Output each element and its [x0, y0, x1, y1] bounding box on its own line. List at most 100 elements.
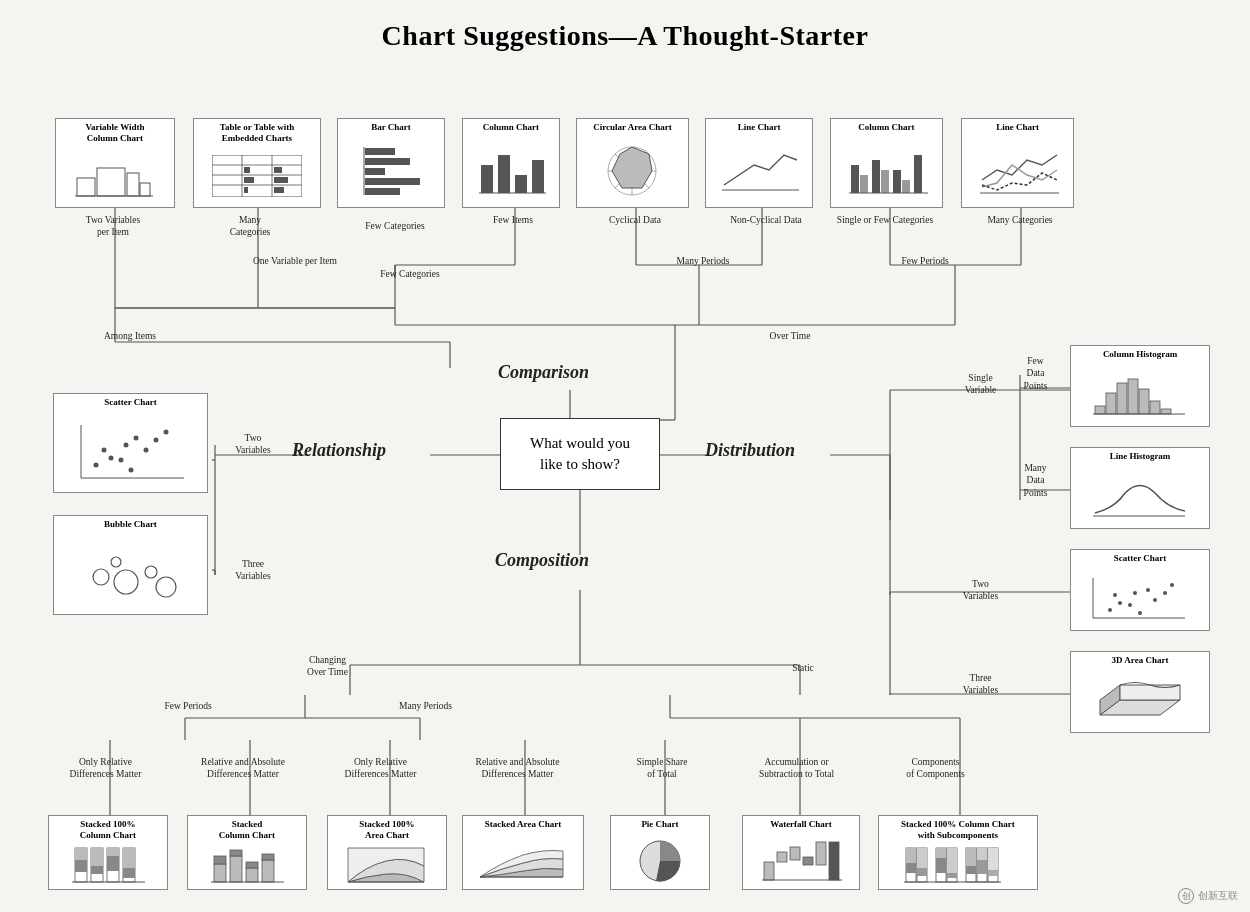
chart-bubble-rel: Bubble Chart [53, 515, 208, 615]
line-noncyclical-visual [719, 145, 799, 195]
label-three-vars-rel: ThreeVariables [218, 558, 288, 583]
svg-point-129 [93, 569, 109, 585]
label-two-variables: Two Variablesper Item [58, 214, 168, 239]
svg-rect-109 [860, 175, 868, 193]
chart-column-few-periods: Column Chart [830, 118, 943, 208]
label-few-cat-mid: Few Categories [360, 268, 460, 280]
svg-rect-108 [851, 165, 859, 193]
svg-marker-106 [612, 147, 652, 188]
chart-circular-title: Circular Area Chart [590, 119, 675, 134]
label-three-vars-dist: ThreeVariables [948, 672, 1013, 697]
svg-rect-210 [988, 870, 998, 876]
chart-line-many-cat: Line Chart [961, 118, 1074, 208]
svg-point-118 [108, 456, 113, 461]
svg-rect-86 [244, 187, 248, 193]
svg-point-117 [93, 463, 98, 468]
chart-line-noncyclical-title: Line Chart [735, 119, 784, 134]
svg-rect-166 [107, 856, 119, 871]
chart-stacked100-sub: Stacked 100% Column Chartwith Subcompone… [878, 815, 1038, 890]
svg-rect-185 [790, 847, 800, 860]
label-among-items: Among Items [80, 330, 180, 342]
svg-rect-99 [532, 160, 544, 193]
chart-pie: Pie Chart [610, 815, 710, 890]
svg-rect-187 [816, 842, 826, 865]
label-comparison: Comparison [498, 362, 589, 383]
svg-rect-73 [77, 178, 95, 196]
chart-scatter-dist: Scatter Chart [1070, 549, 1210, 631]
label-rel-abs-1: Relative and AbsoluteDifferences Matter [183, 756, 303, 781]
svg-rect-139 [1150, 401, 1160, 414]
chart-stacked-col: StackedColumn Chart [187, 815, 307, 890]
label-few-periods-comp: Few Periods [148, 700, 228, 712]
svg-rect-90 [365, 148, 395, 155]
svg-rect-98 [515, 175, 527, 193]
chart-3d-area-title: 3D Area Chart [1109, 652, 1172, 667]
svg-rect-206 [977, 848, 987, 860]
chart-scatter-rel-title: Scatter Chart [101, 394, 160, 409]
label-distribution: Distribution [705, 440, 795, 461]
svg-rect-91 [365, 158, 410, 165]
svg-rect-171 [214, 864, 226, 882]
svg-rect-204 [966, 866, 976, 874]
svg-rect-172 [214, 856, 226, 864]
chart-stacked100-area: Stacked 100%Area Chart [327, 815, 447, 890]
label-two-vars-rel: TwoVariables [218, 432, 288, 457]
svg-rect-207 [977, 860, 987, 874]
chart-waterfall-title: Waterfall Chart [767, 816, 835, 831]
svg-rect-192 [906, 863, 916, 873]
svg-rect-203 [966, 848, 976, 866]
chart-line-histogram: Line Histogram [1070, 447, 1210, 529]
svg-rect-175 [246, 868, 258, 882]
label-many-categories: ManyCategories [200, 214, 300, 239]
label-only-rel-2: Only RelativeDifferences Matter [323, 756, 438, 781]
svg-point-143 [1108, 608, 1112, 612]
svg-rect-177 [262, 860, 274, 882]
chart-stacked100-col-title: Stacked 100%Column Chart [77, 816, 139, 842]
chart-stacked-area: Stacked Area Chart [462, 815, 584, 890]
svg-rect-136 [1117, 383, 1127, 414]
svg-rect-173 [230, 856, 242, 882]
label-many-data-points: ManyDataPoints [1008, 462, 1063, 499]
3d-area-visual [1090, 675, 1190, 723]
label-many-categories-right: Many Categories [965, 214, 1075, 226]
svg-point-151 [1170, 583, 1174, 587]
chart-line-histogram-title: Line Histogram [1107, 448, 1174, 463]
label-single-variable-dist: SingleVariable [948, 372, 1013, 397]
svg-rect-163 [91, 866, 103, 874]
svg-rect-209 [988, 848, 998, 870]
chart-bar-top-title: Bar Chart [368, 119, 414, 134]
page-title: Chart Suggestions—A Thought-Starter [20, 20, 1230, 52]
label-rel-abs-2: Relative and AbsoluteDifferences Matter [455, 756, 580, 781]
svg-point-133 [111, 557, 121, 567]
waterfall-visual [759, 837, 844, 882]
svg-rect-114 [914, 155, 922, 193]
svg-rect-188 [829, 842, 839, 880]
chart-table-title: Table or Table withEmbedded Charts [217, 119, 297, 145]
svg-rect-176 [246, 862, 258, 868]
svg-point-123 [143, 448, 148, 453]
stacked100-area-visual [346, 846, 428, 884]
label-components: Componentsof Components [878, 756, 993, 781]
svg-rect-160 [75, 860, 87, 872]
svg-rect-97 [498, 155, 510, 193]
svg-rect-84 [244, 167, 250, 173]
chart-variable-width: Variable WidthColumn Chart [55, 118, 175, 208]
svg-rect-140 [1161, 409, 1171, 414]
svg-rect-138 [1139, 389, 1149, 414]
col-histogram-visual [1090, 371, 1190, 416]
svg-rect-137 [1128, 379, 1138, 414]
svg-rect-183 [764, 862, 774, 880]
svg-point-130 [114, 570, 138, 594]
svg-rect-113 [902, 180, 910, 193]
svg-point-147 [1128, 603, 1132, 607]
label-relationship: Relationship [292, 440, 386, 461]
svg-point-121 [118, 458, 123, 463]
chart-bubble-rel-title: Bubble Chart [101, 516, 160, 531]
svg-point-145 [1113, 593, 1117, 597]
svg-rect-135 [1106, 393, 1116, 414]
label-composition: Composition [495, 550, 589, 571]
chart-col-histogram: Column Histogram [1070, 345, 1210, 427]
svg-rect-201 [947, 873, 957, 878]
chart-scatter-dist-title: Scatter Chart [1111, 550, 1170, 565]
svg-rect-168 [123, 848, 135, 868]
